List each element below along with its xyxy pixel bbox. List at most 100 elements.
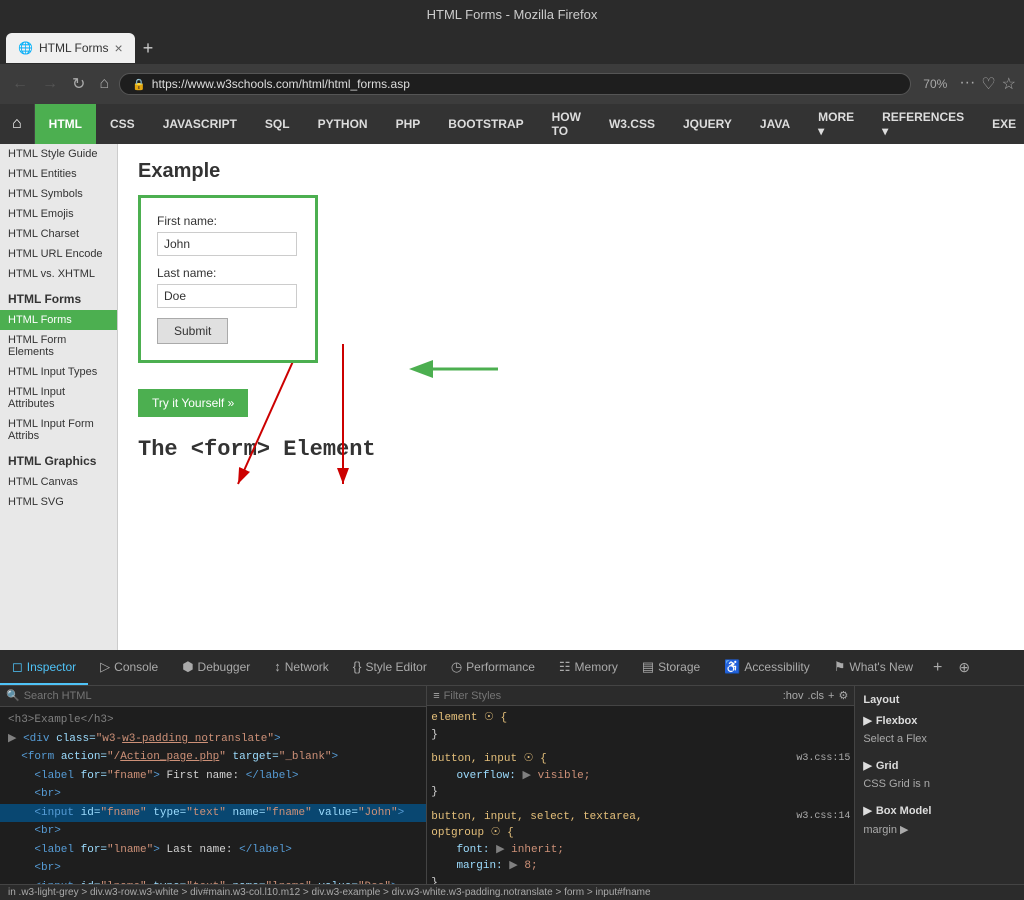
inspector-icon: ◻ xyxy=(12,659,23,675)
titlebar: HTML Forms - Mozilla Firefox xyxy=(0,0,1024,28)
w3nav-python[interactable]: PYTHON xyxy=(304,104,382,144)
pseudo-cls[interactable]: .cls xyxy=(808,690,825,702)
box-model-arrow[interactable]: ▶ xyxy=(863,804,871,817)
forward-button[interactable]: → xyxy=(38,73,62,95)
heart-icon[interactable]: ♡ xyxy=(981,74,995,94)
content-area: Example First name: Last name: Submit Tr… xyxy=(118,144,1024,650)
w3nav-exe[interactable]: EXE xyxy=(978,104,1024,144)
sidebar-item-entities[interactable]: HTML Entities xyxy=(0,164,117,184)
w3nav-java[interactable]: JAVA xyxy=(746,104,804,144)
tab-close-button[interactable]: × xyxy=(115,40,123,56)
more-button[interactable]: ··· xyxy=(959,74,975,94)
example-title: Example xyxy=(138,160,1004,183)
last-name-input[interactable] xyxy=(157,284,297,308)
html-content: <h3>Example</h3> ▶ <div class="w3-w3-pad… xyxy=(0,707,426,884)
zoom-level: 70% xyxy=(917,75,953,93)
pseudo-hov[interactable]: :hov xyxy=(783,690,804,702)
devtools-pick-button[interactable]: ⊕ xyxy=(950,659,978,676)
first-name-input[interactable] xyxy=(157,232,297,256)
try-it-yourself-button[interactable]: Try it Yourself » xyxy=(138,389,248,417)
w3nav-php[interactable]: PHP xyxy=(382,104,435,144)
devtools-tab-accessibility[interactable]: ♿ Accessibility xyxy=(712,650,822,685)
flexbox-title: ▶ Flexbox xyxy=(863,714,1016,727)
html-search-input[interactable] xyxy=(24,690,421,702)
w3nav-w3css[interactable]: W3.CSS xyxy=(595,104,669,144)
sidebar-item-canvas[interactable]: HTML Canvas xyxy=(0,472,117,492)
w3nav-javascript[interactable]: JAVASCRIPT xyxy=(149,104,251,144)
box-model-section: ▶ Box Model margin ▶ xyxy=(863,804,1016,838)
url-text: https://www.w3schools.com/html/html_form… xyxy=(152,77,410,91)
last-name-label: Last name: xyxy=(157,266,299,280)
devtools-tab-style-editor[interactable]: {} Style Editor xyxy=(341,650,439,685)
devtools-add-button[interactable]: + xyxy=(925,659,950,677)
box-model-title: ▶ Box Model xyxy=(863,804,1016,817)
w3nav-howto[interactable]: HOW TO xyxy=(538,104,595,144)
tab-label: HTML Forms xyxy=(39,41,109,55)
devtools-tab-console[interactable]: ▷ Console xyxy=(88,650,170,685)
filter-icon: ≡ xyxy=(433,690,439,702)
w3nav-html[interactable]: HTML xyxy=(35,104,96,144)
css-settings-icon[interactable]: ⚙ xyxy=(838,689,848,702)
html-panel: 🔍 <h3>Example</h3> ▶ <div class="w3-w3-p… xyxy=(0,686,427,884)
debugger-icon: ⬢ xyxy=(182,659,193,675)
css-rule-button-input-select: button, input, select, textarea, w3.css:… xyxy=(431,809,850,885)
html-line: <h3>Example</h3> xyxy=(0,711,426,730)
w3nav-sql[interactable]: SQL xyxy=(251,104,304,144)
active-tab[interactable]: 🌐 HTML Forms × xyxy=(6,33,135,63)
back-button[interactable]: ← xyxy=(8,73,32,95)
html-line: <form action="/Action_page.php" target="… xyxy=(0,748,426,767)
address-bar[interactable]: 🔒 https://www.w3schools.com/html/html_fo… xyxy=(119,73,911,95)
sidebar-item-input-form-attrs[interactable]: HTML Input Form Attribs xyxy=(0,414,117,446)
sidebar-item-url-encode[interactable]: HTML URL Encode xyxy=(0,244,117,264)
sidebar-item-svg[interactable]: HTML SVG xyxy=(0,492,117,512)
box-model-content: margin ▶ xyxy=(863,821,1016,838)
first-name-label: First name: xyxy=(157,214,299,228)
style-editor-icon: {} xyxy=(353,659,362,674)
html-line: <br> xyxy=(0,822,426,841)
home-icon: ⌂ xyxy=(12,115,22,133)
css-toolbar: ≡ :hov .cls + ⚙ xyxy=(427,686,854,706)
devtools-tab-network[interactable]: ↕ Network xyxy=(262,650,341,685)
reload-button[interactable]: ↻ xyxy=(68,72,89,96)
sidebar-item-symbols[interactable]: HTML Symbols xyxy=(0,184,117,204)
sidebar-item-form-elements[interactable]: HTML Form Elements xyxy=(0,330,117,362)
example-box: Example First name: Last name: Submit Tr… xyxy=(138,160,1004,417)
w3nav-more[interactable]: MORE ▾ xyxy=(804,104,868,144)
submit-button[interactable]: Submit xyxy=(157,318,228,344)
w3nav-css[interactable]: CSS xyxy=(96,104,149,144)
console-icon: ▷ xyxy=(100,659,110,675)
css-add-button[interactable]: + xyxy=(828,690,834,702)
devtools-tab-performance[interactable]: ◷ Performance xyxy=(439,650,547,685)
devtools-tab-whats-new[interactable]: ⚑ What's New xyxy=(822,650,925,685)
home-button[interactable]: ⌂ xyxy=(95,73,113,95)
devtools-tabs: ◻ Inspector ▷ Console ⬢ Debugger ↕ Netwo… xyxy=(0,650,1024,686)
titlebar-text: HTML Forms - Mozilla Firefox xyxy=(427,7,598,22)
memory-icon: ☷ xyxy=(559,659,571,675)
flexbox-arrow[interactable]: ▶ xyxy=(863,714,871,727)
sidebar-item-input-attrs[interactable]: HTML Input Attributes xyxy=(0,382,117,414)
grid-content: CSS Grid is n xyxy=(863,776,1016,792)
devtools-tab-memory[interactable]: ☷ Memory xyxy=(547,650,630,685)
sidebar-item-emojis[interactable]: HTML Emojis xyxy=(0,204,117,224)
devtools-tab-storage[interactable]: ▤ Storage xyxy=(630,650,712,685)
devtools-tab-inspector[interactable]: ◻ Inspector xyxy=(0,650,88,685)
new-tab-button[interactable]: + xyxy=(143,38,154,59)
sidebar-item-forms[interactable]: HTML Forms xyxy=(0,310,117,330)
css-rule-button-input: button, input ☉ { w3.css:15 overflow: ▶ … xyxy=(431,751,850,801)
w3nav-references[interactable]: REFERENCES ▾ xyxy=(868,104,978,144)
w3nav-jquery[interactable]: JQUERY xyxy=(669,104,746,144)
layout-panel: Layout ▶ Flexbox Select a Flex ▶ Grid CS… xyxy=(854,686,1024,884)
bookmark-icon[interactable]: ☆ xyxy=(1002,74,1016,94)
sidebar-item-vs-xhtml[interactable]: HTML vs. XHTML xyxy=(0,264,117,284)
sidebar-item-style-guide[interactable]: HTML Style Guide xyxy=(0,144,117,164)
css-filter-input[interactable] xyxy=(444,690,779,702)
devtools-tab-debugger[interactable]: ⬢ Debugger xyxy=(170,650,262,685)
html-line-highlighted[interactable]: <input id="fname" type="text" name="fnam… xyxy=(0,804,426,823)
sidebar-item-input-types[interactable]: HTML Input Types xyxy=(0,362,117,382)
w3nav-home-button[interactable]: ⌂ xyxy=(0,104,35,144)
layout-panel-title: Layout xyxy=(863,694,1016,706)
sidebar-item-charset[interactable]: HTML Charset xyxy=(0,224,117,244)
w3nav-bootstrap[interactable]: BOOTSTRAP xyxy=(434,104,537,144)
grid-arrow[interactable]: ▶ xyxy=(863,759,871,772)
grid-section: ▶ Grid CSS Grid is n xyxy=(863,759,1016,792)
